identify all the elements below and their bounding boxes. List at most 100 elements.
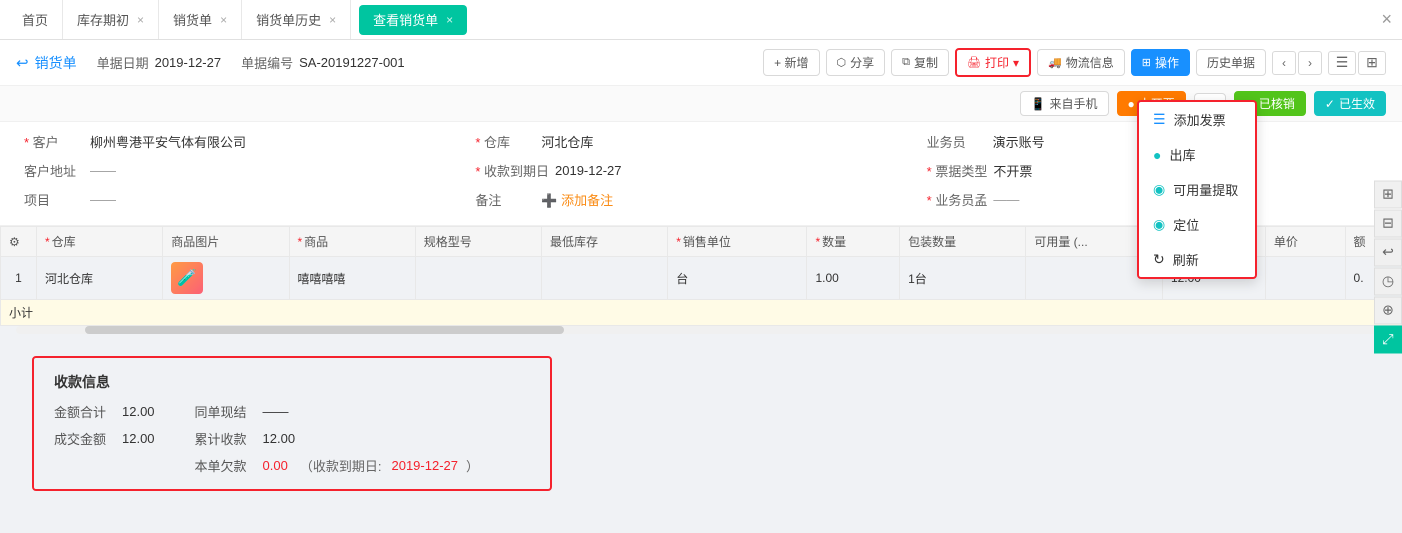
tab-sales-order[interactable]: 销货单 ×	[159, 0, 242, 39]
history-button[interactable]: 历史单据	[1196, 49, 1266, 76]
operations-dropdown: ☰ 添加发票 ● 出库 ◉ 可用量提取 ◉ 定位 ↻ 刷新	[1137, 100, 1257, 279]
written-off-label: 已核销	[1259, 95, 1295, 112]
print-button[interactable]: 🖨 打印 ▾	[955, 48, 1031, 77]
next-button[interactable]: ›	[1298, 51, 1322, 75]
arrears-date: 2019-12-27	[391, 458, 458, 473]
tab-close-view-sales[interactable]: ×	[446, 13, 453, 27]
payment-date-value: 2019-12-27	[555, 163, 622, 178]
available-qty-icon: ◉	[1153, 181, 1165, 198]
warehouse-value: 河北仓库	[541, 132, 593, 151]
right-icon-5[interactable]: ⊕	[1374, 296, 1402, 324]
share-icon: ⬡	[837, 56, 847, 69]
doc-date-value: 2019-12-27	[155, 55, 222, 70]
history-label: 历史单据	[1207, 54, 1255, 71]
col-pack-qty: 包装数量	[900, 227, 1026, 257]
dropdown-item-locate[interactable]: ◉ 定位	[1139, 207, 1255, 242]
arrears-item: 本单欠款 0.00 （收款到期日: 2019-12-27 ）	[195, 456, 479, 475]
add-invoice-label: 添加发票	[1174, 110, 1226, 129]
tab-label-view-sales: 查看销货单	[373, 10, 438, 29]
salesman-value: ——	[993, 192, 1019, 207]
row-unit-price	[1265, 257, 1345, 300]
col-product-img: 商品图片	[163, 227, 289, 257]
transaction-value: 12.00	[122, 431, 155, 446]
payment-date-label: 收款到期日	[475, 161, 549, 180]
view-toggle: ☰ ⊞	[1328, 51, 1386, 75]
dropdown-item-outbound[interactable]: ● 出库	[1139, 137, 1255, 172]
row-product-img: 🧪	[163, 257, 289, 300]
share-button[interactable]: ⬡ 分享	[826, 49, 886, 76]
dropdown-item-available-qty[interactable]: ◉ 可用量提取	[1139, 172, 1255, 207]
nav-arrows-group: ‹ ›	[1272, 51, 1322, 75]
tab-close-history[interactable]: ×	[329, 13, 336, 27]
transaction-label: 成交金额	[54, 429, 114, 448]
operations-label: 操作	[1155, 54, 1179, 71]
tab-inventory-init[interactable]: 库存期初 ×	[63, 0, 159, 39]
doc-icon: ↩	[16, 54, 29, 72]
grid-view-btn[interactable]: ⊞	[1358, 51, 1386, 75]
arrears-note: （收款到期日:	[300, 456, 382, 475]
doc-number-value: SA-20191227-001	[299, 55, 405, 70]
ticket-type-label: 票据类型	[927, 161, 988, 180]
tab-close-sales[interactable]: ×	[220, 13, 227, 27]
app-close-button[interactable]: ×	[1381, 9, 1402, 30]
same-order-value: ——	[263, 404, 289, 419]
copy-button[interactable]: ⧉ 复制	[891, 49, 949, 76]
cumulative-label: 累计收款	[195, 429, 255, 448]
refresh-label: 刷新	[1173, 250, 1199, 269]
total-amount-value: 12.00	[122, 404, 155, 419]
right-icon-1[interactable]: ⊞	[1374, 180, 1402, 208]
horizontal-scrollbar[interactable]	[16, 326, 1386, 334]
locate-icon: ◉	[1153, 216, 1165, 233]
effective-label: 已生效	[1339, 95, 1375, 112]
right-icon-expand[interactable]: ⤢	[1374, 325, 1402, 353]
tab-sales-history[interactable]: 销货单历史 ×	[242, 0, 351, 39]
cumulative-value: 12.00	[263, 431, 296, 446]
tab-view-sales[interactable]: 查看销货单 ×	[359, 5, 467, 35]
print-label: 打印	[985, 54, 1009, 71]
address-value: ——	[90, 163, 116, 178]
doc-type-label: 销货单	[35, 53, 77, 73]
from-phone-label: 来自手机	[1050, 95, 1098, 112]
tab-label-sales: 销货单	[173, 10, 212, 29]
col-min-stock: 最低库存	[542, 227, 668, 257]
copy-icon: ⧉	[902, 56, 910, 69]
col-settings[interactable]: ⚙	[1, 227, 37, 257]
doc-date-label: 单据日期	[97, 53, 149, 72]
tab-label-inventory: 库存期初	[77, 10, 129, 29]
from-phone-button[interactable]: 📱 来自手机	[1020, 91, 1109, 116]
prev-button[interactable]: ‹	[1272, 51, 1296, 75]
right-icon-4[interactable]: ◷	[1374, 267, 1402, 295]
list-view-btn[interactable]: ☰	[1328, 51, 1356, 75]
operations-button[interactable]: ⊞ 操作	[1131, 49, 1190, 76]
payment-info-box: 收款信息 金额合计 12.00 成交金额 12.00 同单现结 —— 累计收款	[32, 356, 552, 491]
row-min-stock	[542, 257, 668, 300]
add-button[interactable]: + 新增	[763, 49, 819, 76]
payment-title: 收款信息	[54, 372, 530, 392]
subtotal-label: 小计	[9, 306, 33, 320]
logistics-button[interactable]: 🚚 物流信息	[1037, 49, 1125, 76]
logistics-icon: 🚚	[1048, 56, 1062, 69]
operations-icon: ⊞	[1142, 56, 1151, 69]
phone-icon: 📱	[1031, 97, 1046, 111]
add-note-button[interactable]: ➕ 添加备注	[541, 190, 613, 209]
product-thumbnail: 🧪	[171, 262, 203, 294]
col-spec: 规格型号	[415, 227, 541, 257]
right-icon-bar: ⊞ ⊟ ↩ ◷ ⊕ ⤢	[1374, 180, 1402, 353]
locate-label: 定位	[1173, 215, 1199, 234]
ticket-type-value: 不开票	[993, 161, 1032, 180]
tab-home[interactable]: 首页	[8, 0, 63, 39]
dropdown-item-refresh[interactable]: ↻ 刷新	[1139, 242, 1255, 277]
doc-type-indicator: ↩ 销货单	[16, 53, 77, 73]
effective-icon: ✓	[1325, 97, 1335, 111]
dropdown-item-add-invoice[interactable]: ☰ 添加发票	[1139, 102, 1255, 137]
staff-label: 业务员	[927, 132, 987, 151]
tab-close-inventory[interactable]: ×	[137, 13, 144, 27]
already-effective-button[interactable]: ✓ 已生效	[1314, 91, 1386, 116]
doc-date-field: 单据日期 2019-12-27	[97, 53, 222, 72]
project-value: ——	[90, 192, 116, 207]
row-quantity: 1.00	[807, 257, 900, 300]
right-icon-2[interactable]: ⊟	[1374, 209, 1402, 237]
row-num: 1	[1, 257, 37, 300]
right-icon-3[interactable]: ↩	[1374, 238, 1402, 266]
scroll-thumb	[85, 326, 565, 334]
